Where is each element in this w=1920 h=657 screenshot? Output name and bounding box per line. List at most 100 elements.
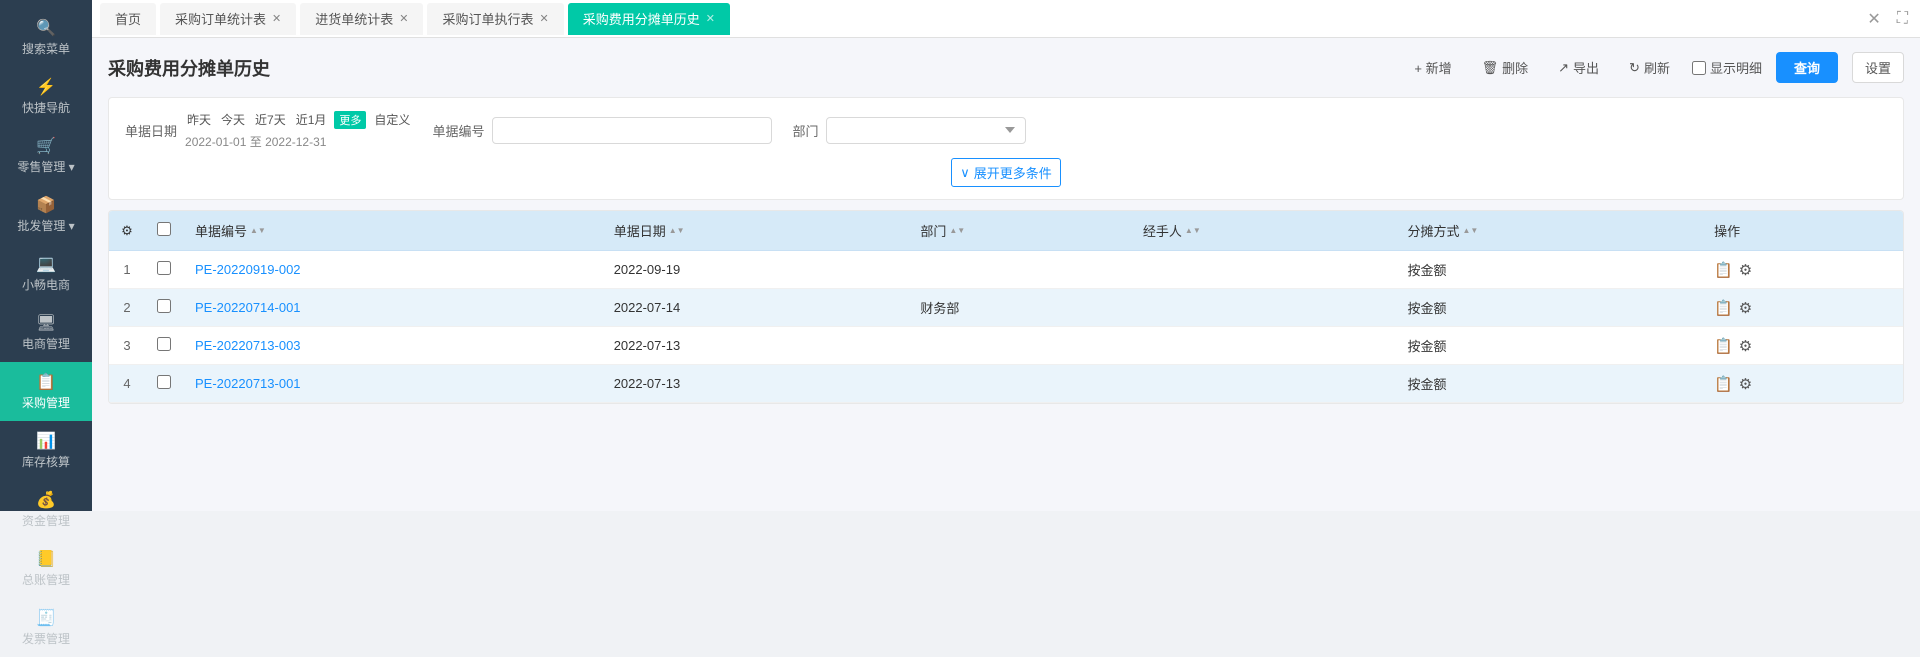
row-op-view-2[interactable]: 📋 — [1714, 299, 1733, 317]
dept-select[interactable]: 财务部 — [826, 117, 1026, 144]
row-op-settings-4[interactable]: ⚙ — [1739, 375, 1752, 393]
sidebar-label-invoice: 发票管理 — [22, 630, 70, 647]
order-no-input[interactable] — [492, 117, 772, 144]
sort-dept-icon: ▲▼ — [949, 227, 965, 235]
row-dept-3 — [908, 327, 1131, 365]
sidebar-label-wholesale: 批发管理 ▾ — [17, 217, 74, 234]
select-all-checkbox[interactable] — [157, 222, 171, 236]
tab-home[interactable]: 首页 — [100, 3, 156, 35]
tab-close-purchase-fee-history[interactable]: ✕ — [706, 12, 715, 25]
row-order-no-4: PE-20220713-001 — [183, 365, 602, 403]
row-checkbox-2[interactable] — [157, 299, 171, 313]
sidebar-label-finance: 资金管理 — [22, 512, 70, 529]
col-date[interactable]: 单据日期 ▲▼ — [602, 211, 909, 251]
date-filter: 单据日期 昨天 今天 近7天 近1月 更多 自定义 2022-01-01 至 2… — [125, 110, 412, 150]
shortcut-1month[interactable]: 近1月 — [294, 110, 329, 129]
show-columns-checkbox-label[interactable]: 显示明细 — [1692, 58, 1762, 77]
col-checkbox — [145, 211, 183, 251]
tab-purchase-order-stats[interactable]: 采购订单统计表✕ — [160, 3, 296, 35]
delete-button[interactable]: 🗑 删除 — [1474, 54, 1537, 81]
row-op-settings-2[interactable]: ⚙ — [1739, 299, 1752, 317]
tab-close-purchase-order-exec[interactable]: ✕ — [540, 12, 549, 25]
sidebar-label-retail: 零售管理 ▾ — [17, 158, 74, 175]
dept-filter: 部门 财务部 — [792, 117, 1026, 144]
col-settings[interactable]: ⚙ — [109, 211, 145, 251]
shortcut-more[interactable]: 更多 — [334, 111, 366, 129]
row-checkbox-3[interactable] — [157, 337, 171, 351]
row-op-view-4[interactable]: 📋 — [1714, 375, 1733, 393]
row-date-4: 2022-07-13 — [602, 365, 909, 403]
sidebar-item-ecom[interactable]: 🖥 电商管理 — [0, 303, 92, 362]
tab-purchase-order-exec[interactable]: 采购订单执行表✕ — [427, 3, 563, 35]
col-dept[interactable]: 部门 ▲▼ — [908, 211, 1131, 251]
ecom-small-icon: 💻 — [36, 254, 56, 274]
sidebar-label-ecom-small: 小畅电商 — [22, 276, 70, 293]
row-ops-1: 📋 ⚙ — [1702, 251, 1903, 289]
sidebar-item-quick[interactable]: ⚡ 快捷导航 — [0, 67, 92, 126]
row-checkbox-1[interactable] — [157, 261, 171, 275]
finance-icon: 💰 — [36, 490, 56, 510]
settings-button[interactable]: 设置 — [1852, 52, 1904, 83]
sidebar-item-ecom-small[interactable]: 💻 小畅电商 — [0, 244, 92, 303]
col-handler[interactable]: 经手人 ▲▼ — [1131, 211, 1396, 251]
sidebar-label-ecom: 电商管理 — [22, 335, 70, 352]
shortcut-custom[interactable]: 自定义 — [372, 110, 412, 129]
data-table-wrapper: ⚙ 单据编号 ▲▼ 单据日期 — [108, 210, 1904, 404]
tab-purchase-fee-history[interactable]: 采购费用分摊单历史✕ — [568, 3, 730, 35]
row-op-view-3[interactable]: 📋 — [1714, 337, 1733, 355]
col-split-method[interactable]: 分摊方式 ▲▼ — [1395, 211, 1702, 251]
sidebar-item-search[interactable]: 🔍 搜索菜单 — [0, 8, 92, 67]
row-op-view-1[interactable]: 📋 — [1714, 261, 1733, 279]
tab-close-purchase-in-stats[interactable]: ✕ — [399, 12, 408, 25]
row-num-3: 3 — [109, 327, 145, 365]
order-no-link-1[interactable]: PE-20220919-002 — [195, 262, 301, 277]
close-window-icon[interactable]: ✕ — [1863, 7, 1884, 31]
shortcut-today[interactable]: 今天 — [219, 110, 247, 129]
tab-label-purchase-in-stats: 进货单统计表 — [315, 9, 393, 28]
date-filter-label: 单据日期 — [125, 121, 177, 140]
maximize-window-icon[interactable]: ⛶ — [1893, 8, 1912, 30]
sidebar: 🔍 搜索菜单 ⚡ 快捷导航 🛒 零售管理 ▾ 📦 批发管理 ▾ 💻 小畅电商 🖥… — [0, 0, 92, 511]
tab-label-home: 首页 — [115, 9, 141, 28]
row-ops-4: 📋 ⚙ — [1702, 365, 1903, 403]
shortcut-7days[interactable]: 近7天 — [253, 110, 288, 129]
col-order-no[interactable]: 单据编号 ▲▼ — [183, 211, 602, 251]
row-ops-3: 📋 ⚙ — [1702, 327, 1903, 365]
row-dept-4 — [908, 365, 1131, 403]
sidebar-item-purchase[interactable]: 📋 采购管理 — [0, 362, 92, 421]
query-button[interactable]: 查询 — [1776, 52, 1838, 83]
order-no-link-2[interactable]: PE-20220714-001 — [195, 300, 301, 315]
row-op-settings-3[interactable]: ⚙ — [1739, 337, 1752, 355]
sidebar-item-wholesale[interactable]: 📦 批发管理 ▾ — [0, 185, 92, 244]
sidebar-item-finance[interactable]: 💰 资金管理 — [0, 480, 92, 539]
row-split-method-3: 按金额 — [1395, 327, 1702, 365]
expand-more-btn[interactable]: ∨ 展开更多条件 — [951, 158, 1061, 187]
refresh-button[interactable]: ↻ 刷新 — [1621, 54, 1678, 81]
add-button[interactable]: + 新增 — [1406, 54, 1459, 81]
tab-purchase-in-stats[interactable]: 进货单统计表 ✕ — [300, 3, 423, 35]
purchase-icon: 📋 — [36, 372, 56, 392]
row-split-method-2: 按金额 — [1395, 289, 1702, 327]
order-no-link-3[interactable]: PE-20220713-003 — [195, 338, 301, 353]
order-no-label: 单据编号 — [432, 121, 484, 140]
row-order-no-3: PE-20220713-003 — [183, 327, 602, 365]
table-header: ⚙ 单据编号 ▲▼ 单据日期 — [109, 211, 1903, 251]
sidebar-label-purchase: 采购管理 — [22, 394, 70, 411]
sidebar-item-retail[interactable]: 🛒 零售管理 ▾ — [0, 126, 92, 185]
row-date-3: 2022-07-13 — [602, 327, 909, 365]
row-num-1: 1 — [109, 251, 145, 289]
row-checkbox-4[interactable] — [157, 375, 171, 389]
sidebar-item-inventory[interactable]: 📊 库存核算 — [0, 421, 92, 480]
table-row: 2 PE-20220714-001 2022-07-14 财务部 按金额 📋 ⚙ — [109, 289, 1903, 327]
row-op-settings-1[interactable]: ⚙ — [1739, 261, 1752, 279]
sidebar-item-ledger[interactable]: 📒 总账管理 — [0, 539, 92, 598]
order-no-link-4[interactable]: PE-20220713-001 — [195, 376, 301, 391]
tab-close-purchase-order-stats[interactable]: ✕ — [272, 12, 281, 25]
ecom-icon: 🖥 — [36, 313, 56, 333]
sidebar-item-invoice[interactable]: 🧾 发票管理 — [0, 598, 92, 657]
show-columns-checkbox[interactable] — [1692, 61, 1706, 75]
row-handler-1 — [1131, 251, 1396, 289]
shortcut-yesterday[interactable]: 昨天 — [185, 110, 213, 129]
refresh-icon: ↻ — [1629, 60, 1640, 76]
export-button[interactable]: ↗ 导出 — [1550, 54, 1607, 81]
